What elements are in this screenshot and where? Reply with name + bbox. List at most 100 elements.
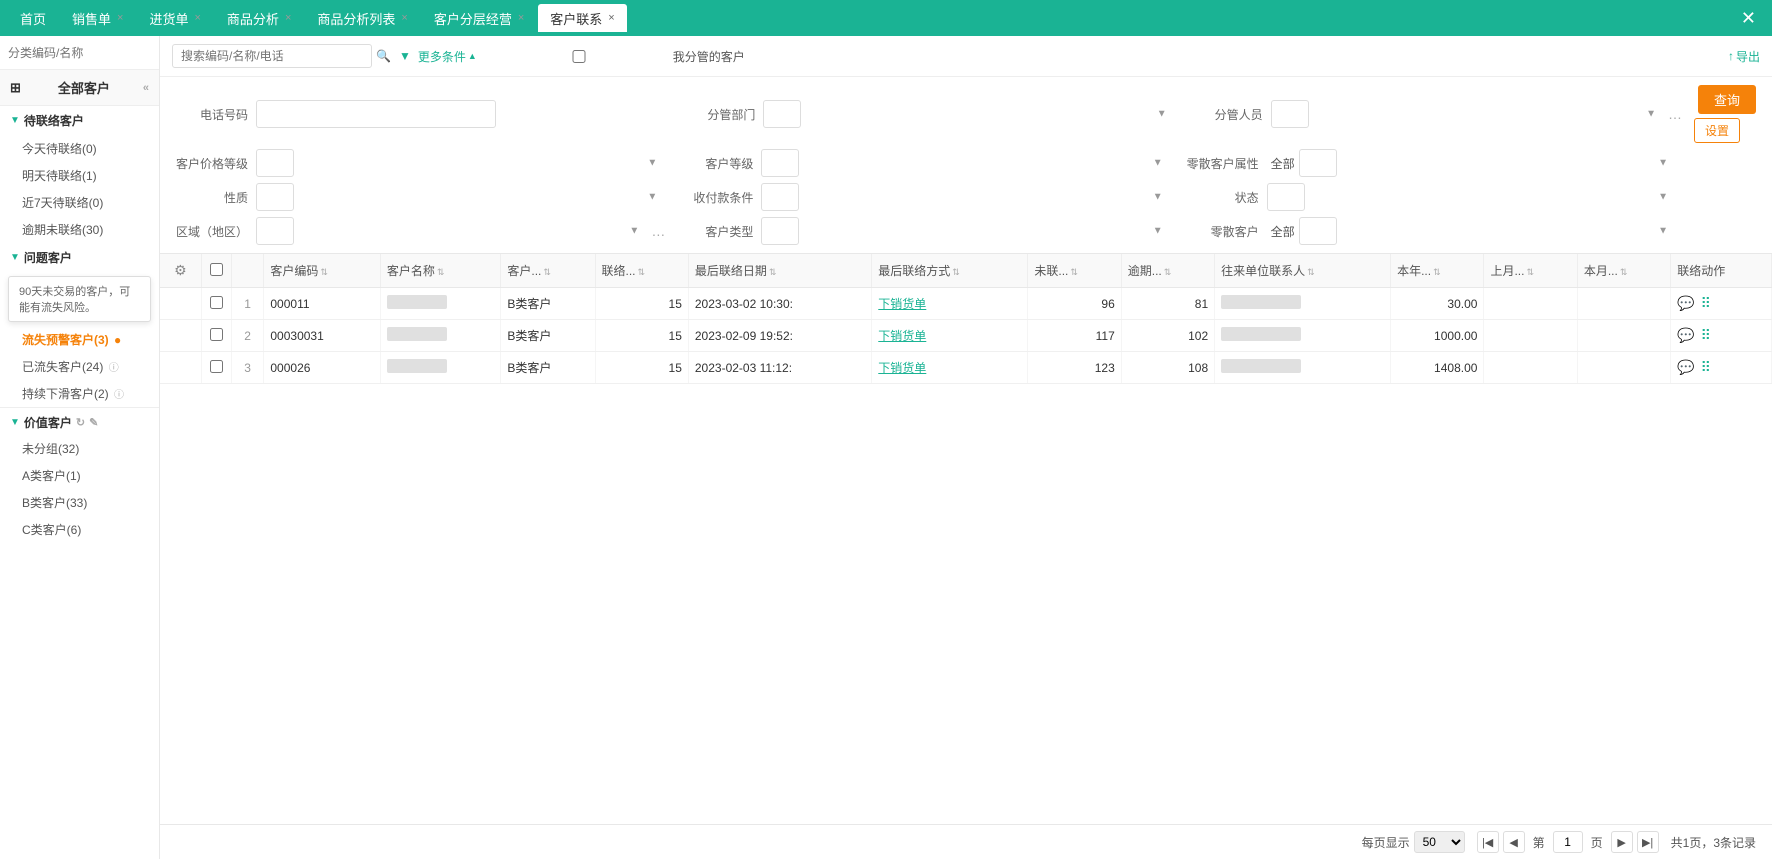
th-this-year[interactable]: 本年...⇅ <box>1391 254 1484 288</box>
my-customers-filter[interactable]: 我分管的客户 <box>489 48 745 65</box>
search-input[interactable] <box>172 44 372 68</box>
export-btn[interactable]: ↑ 导出 <box>1728 48 1760 65</box>
next-page-btn[interactable]: ▶ <box>1611 831 1633 853</box>
more-conditions-btn[interactable]: ▼ 更多条件 ▲ <box>399 48 477 65</box>
region-dots-btn[interactable]: … <box>651 223 665 239</box>
th-type[interactable]: 客户...⇅ <box>501 254 595 288</box>
customer-type-select[interactable] <box>761 217 799 245</box>
sidebar-group-pending-title[interactable]: ▼ 待联络客户 <box>0 106 159 135</box>
sidebar-item-class-c[interactable]: C类客户(6) <box>0 516 159 543</box>
sidebar-item-tomorrow[interactable]: 明天待联络(1) <box>0 162 159 189</box>
th-contact[interactable]: 联络...⇅ <box>595 254 688 288</box>
sidebar-collapse-btn[interactable]: « <box>143 82 149 94</box>
sidebar-item-overdue[interactable]: 逾期未联络(30) <box>0 216 159 243</box>
sidebar-item-week[interactable]: 近7天待联络(0) <box>0 189 159 216</box>
chat-icon[interactable]: 💬 <box>1677 327 1694 344</box>
status-select[interactable] <box>1267 183 1305 211</box>
td-checkbox[interactable] <box>201 288 231 320</box>
prev-page-btn[interactable]: ◀ <box>1503 831 1525 853</box>
window-close-button[interactable]: ✕ <box>1733 8 1764 29</box>
per-page-select[interactable]: 50 100 200 <box>1414 831 1465 853</box>
chat-icon[interactable]: 💬 <box>1677 295 1694 312</box>
sidebar-item-churned[interactable]: 已流失客户(24) ⓘ <box>0 353 159 380</box>
td-last-method[interactable]: 下销货单 <box>872 352 1028 384</box>
td-checkbox[interactable] <box>201 320 231 352</box>
th-last-method[interactable]: 最后联络方式⇅ <box>872 254 1028 288</box>
query-button[interactable]: 查询 <box>1698 85 1756 114</box>
sidebar-group-value-title[interactable]: ▼ 价值客户 ↻ ✎ <box>0 407 159 435</box>
td-checkbox[interactable] <box>201 352 231 384</box>
dept-select[interactable] <box>763 100 801 128</box>
th-last-date[interactable]: 最后联络日期⇅ <box>688 254 871 288</box>
total-info: 共1页，3条记录 <box>1671 834 1756 851</box>
dept-down-arrow-icon: ▼ <box>1157 109 1167 120</box>
select-all-checkbox[interactable] <box>210 263 223 276</box>
td-last-method[interactable]: 下销货单 <box>872 320 1028 352</box>
page-number-input[interactable] <box>1553 831 1583 853</box>
last-page-btn[interactable]: ▶| <box>1637 831 1659 853</box>
sidebar-item-today[interactable]: 今天待联络(0) <box>0 135 159 162</box>
sidebar-group-problem-title[interactable]: ▼ 问题客户 <box>0 243 159 272</box>
first-page-btn[interactable]: |◀ <box>1477 831 1499 853</box>
refresh-icon[interactable]: ↻ <box>76 416 85 429</box>
filter-search-icon[interactable]: 🔍 <box>376 49 391 63</box>
th-name[interactable]: 客户名称⇅ <box>380 254 501 288</box>
person-select[interactable] <box>1271 100 1309 128</box>
phone-input[interactable] <box>256 100 496 128</box>
zero-attr-select[interactable] <box>1299 149 1337 177</box>
sidebar-item-class-a[interactable]: A类客户(1) <box>0 462 159 489</box>
sidebar-item-declining[interactable]: 持续下滑客户(2) ⓘ <box>0 380 159 407</box>
tab-purchase[interactable]: 进货单 × <box>137 4 212 32</box>
close-product-analysis-tab[interactable]: × <box>285 12 291 24</box>
adv-field-zero-attr: 零散客户属性 全部 ▼ <box>1187 149 1676 177</box>
edit-icon[interactable]: ✎ <box>89 416 98 429</box>
th-settings[interactable]: ⚙ <box>160 254 201 288</box>
tab-product-analysis[interactable]: 商品分析 × <box>215 4 303 32</box>
tab-customer-contact[interactable]: 客户联系 × <box>538 4 626 32</box>
close-purchase-tab[interactable]: × <box>194 12 200 24</box>
sidebar-search-input[interactable] <box>8 46 160 60</box>
settings-button[interactable]: 设置 <box>1694 118 1740 143</box>
tab-home[interactable]: 首页 <box>8 4 58 32</box>
row-checkbox[interactable] <box>210 360 223 373</box>
close-customer-contact-tab[interactable]: × <box>608 12 614 24</box>
my-customers-checkbox[interactable] <box>489 50 669 63</box>
row-checkbox[interactable] <box>210 296 223 309</box>
tab-customer-tier[interactable]: 客户分层经营 × <box>422 4 536 32</box>
th-checkbox[interactable] <box>201 254 231 288</box>
sort-icon: ⇅ <box>543 267 551 277</box>
customer-level-select[interactable] <box>761 149 799 177</box>
tab-product-list[interactable]: 商品分析列表 × <box>305 4 419 32</box>
sidebar-item-churn-warning[interactable]: 流失预警客户(3) ● <box>0 326 159 353</box>
adv-field-customer-level: 客户等级 ▼ <box>681 149 1170 177</box>
more-actions-icon[interactable]: ⠿ <box>1701 295 1711 312</box>
person-dots-btn[interactable]: … <box>1668 106 1682 122</box>
th-last-month[interactable]: 上月...⇅ <box>1484 254 1577 288</box>
last-method-link[interactable]: 下销货单 <box>878 329 926 343</box>
region-select[interactable] <box>256 217 294 245</box>
sidebar-item-class-b[interactable]: B类客户(33) <box>0 489 159 516</box>
close-product-list-tab[interactable]: × <box>401 12 407 24</box>
th-code[interactable]: 客户编码⇅ <box>264 254 380 288</box>
more-actions-icon[interactable]: ⠿ <box>1701 359 1711 376</box>
payment-select[interactable] <box>761 183 799 211</box>
last-method-link[interactable]: 下销货单 <box>878 297 926 311</box>
last-method-link[interactable]: 下销货单 <box>878 361 926 375</box>
customer-type-down-icon: ▼ <box>1153 226 1163 237</box>
chat-icon[interactable]: 💬 <box>1677 359 1694 376</box>
td-last-method[interactable]: 下销货单 <box>872 288 1028 320</box>
more-actions-icon[interactable]: ⠿ <box>1701 327 1711 344</box>
zero-customer-select[interactable] <box>1299 217 1337 245</box>
th-uncontacted[interactable]: 未联...⇅ <box>1028 254 1121 288</box>
sidebar-item-ungrouped[interactable]: 未分组(32) <box>0 435 159 462</box>
th-this-month[interactable]: 本月...⇅ <box>1577 254 1670 288</box>
price-level-select[interactable] <box>256 149 294 177</box>
nature-select[interactable] <box>256 183 294 211</box>
tab-sales[interactable]: 销售单 × <box>60 4 135 32</box>
settings-gear-icon[interactable]: ⚙ <box>174 262 187 278</box>
close-customer-tier-tab[interactable]: × <box>518 12 524 24</box>
th-unit-contact[interactable]: 往来单位联系人⇅ <box>1215 254 1391 288</box>
row-checkbox[interactable] <box>210 328 223 341</box>
th-overdue[interactable]: 逾期...⇅ <box>1121 254 1214 288</box>
close-sales-tab[interactable]: × <box>117 12 123 24</box>
